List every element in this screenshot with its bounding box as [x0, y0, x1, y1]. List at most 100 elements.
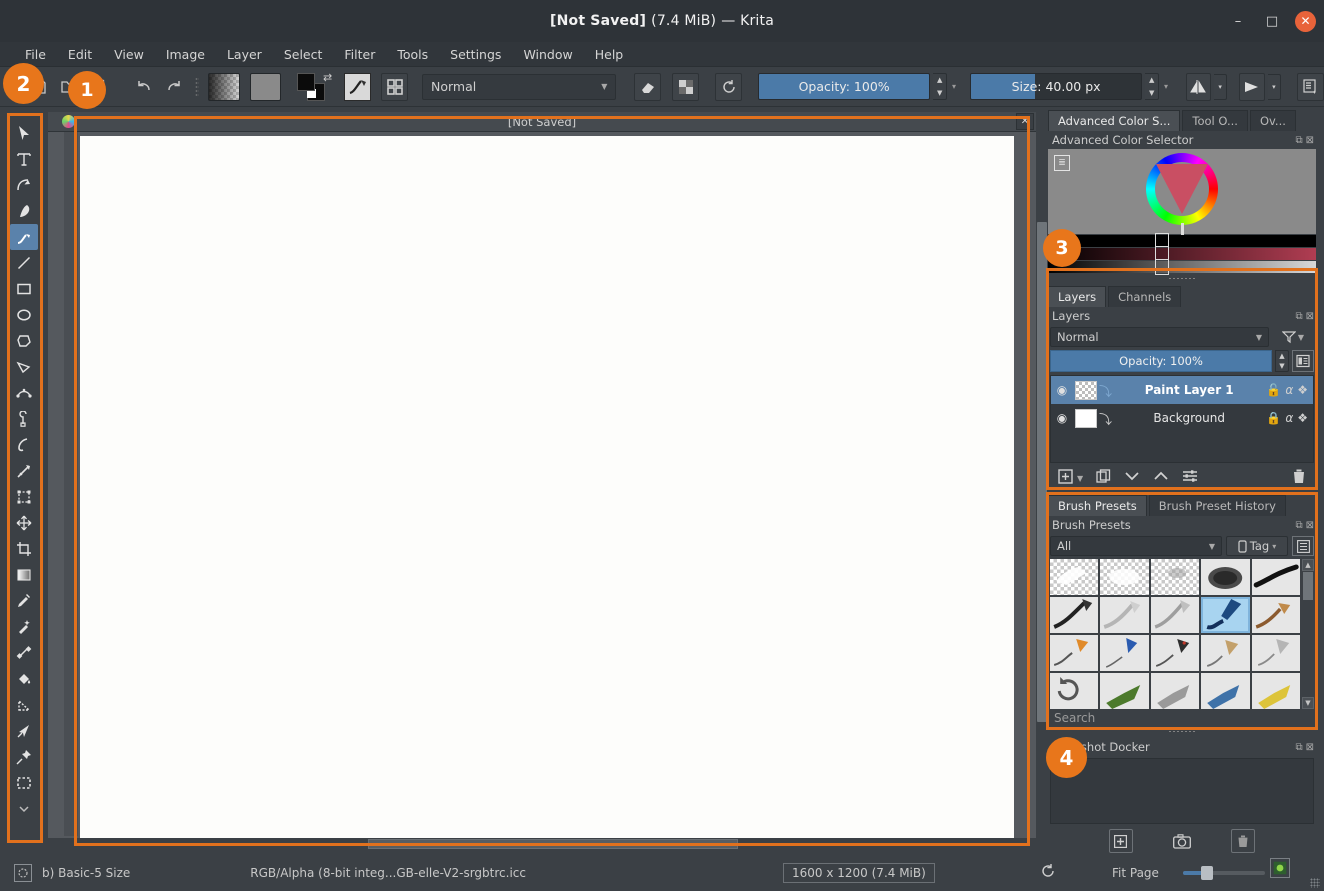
selection-mask-icon[interactable]: [14, 863, 32, 882]
menu-image[interactable]: Image: [155, 44, 216, 65]
opacity-slider[interactable]: Opacity: 100%: [757, 73, 931, 100]
edit-shapes-tool[interactable]: [10, 172, 38, 198]
snapshot-list[interactable]: [1050, 758, 1314, 824]
list-item[interactable]: [1050, 635, 1099, 671]
value-strip-2[interactable]: [1048, 259, 1316, 275]
menu-layer[interactable]: Layer: [216, 44, 273, 65]
tab-layers[interactable]: Layers: [1048, 286, 1107, 307]
assistant-pin-icon[interactable]: [10, 744, 38, 770]
rectangle-tool[interactable]: [10, 276, 38, 302]
layer-list[interactable]: ◉ ⤵ Paint Layer 1 🔓 α ❖ ◉ ⤵ Background 🔒…: [1050, 375, 1314, 463]
redo-icon[interactable]: [161, 74, 186, 100]
canvas-area[interactable]: [48, 132, 1048, 846]
swap-colors-icon[interactable]: ⇄: [323, 71, 332, 84]
tab-advanced-color-selector[interactable]: Advanced Color S...: [1048, 110, 1181, 131]
brush-scroll-thumb[interactable]: [1303, 572, 1313, 600]
canvas-paper[interactable]: [80, 136, 1014, 840]
layer-properties-button[interactable]: [1182, 469, 1198, 487]
duplicate-layer-button[interactable]: [1096, 468, 1111, 488]
canvas-tab-title[interactable]: [Not Saved]: [508, 115, 576, 129]
mirror-vertical-dropdown[interactable]: ▾: [1267, 73, 1282, 100]
brush-search-input[interactable]: Search: [1050, 709, 1314, 727]
saturation-strip[interactable]: [1048, 246, 1316, 262]
menu-select[interactable]: Select: [273, 44, 334, 65]
list-item[interactable]: [1050, 597, 1099, 633]
tab-brush-preset-history[interactable]: Brush Preset History: [1148, 495, 1286, 516]
mirror-vertical-icon[interactable]: [1239, 72, 1265, 101]
menu-window[interactable]: Window: [512, 44, 583, 65]
snapshot-camera-button[interactable]: [1170, 829, 1194, 853]
color-selector-settings-icon[interactable]: ≣: [1054, 155, 1070, 171]
list-item[interactable]: [1150, 559, 1200, 595]
workspace-chooser-icon[interactable]: [1296, 72, 1324, 101]
toolbox-overflow-icon[interactable]: [10, 796, 38, 822]
bezier-curve-tool[interactable]: [10, 380, 38, 406]
list-options-icon[interactable]: [1292, 536, 1314, 556]
brush-presets-scrollbar[interactable]: ▲ ▼: [1302, 559, 1314, 709]
color-wheel[interactable]: [1146, 153, 1218, 225]
status-zoom-label[interactable]: Fit Page: [1112, 866, 1159, 880]
menu-help[interactable]: Help: [584, 44, 635, 65]
list-item[interactable]: [1201, 635, 1250, 671]
calligraphy-tool[interactable]: [10, 198, 38, 224]
close-docker-icon[interactable]: ⊠: [1306, 520, 1314, 531]
multibrush-tool[interactable]: [10, 458, 38, 484]
rectangular-select-tool[interactable]: [10, 770, 38, 796]
list-item[interactable]: [1201, 673, 1250, 709]
layer-opacity-slider[interactable]: Opacity: 100%: [1050, 350, 1272, 372]
line-tool[interactable]: [10, 250, 38, 276]
layer-blend-mode-combo[interactable]: Normal ▼: [1050, 327, 1269, 347]
blending-mode-combo[interactable]: Normal ▼: [422, 73, 617, 100]
reload-preset-icon[interactable]: [714, 72, 743, 101]
horizontal-scroll-thumb[interactable]: [368, 839, 738, 849]
dynamic-brush-tool[interactable]: [10, 432, 38, 458]
list-item[interactable]: [1100, 597, 1149, 633]
list-item[interactable]: [1100, 673, 1149, 709]
color-docker-splitter[interactable]: [1048, 273, 1316, 284]
alpha-icon[interactable]: α: [1285, 383, 1293, 397]
float-docker-icon[interactable]: ⧉: [1295, 742, 1302, 753]
tab-brush-presets[interactable]: Brush Presets: [1048, 495, 1147, 516]
select-shapes-tool[interactable]: [10, 120, 38, 146]
close-icon[interactable]: ✕: [1295, 10, 1316, 32]
layer-style-icon[interactable]: ❖: [1297, 383, 1308, 397]
brush-editor-icon[interactable]: [381, 72, 409, 101]
list-item[interactable]: [1100, 559, 1149, 595]
layer-name[interactable]: Paint Layer 1: [1117, 383, 1261, 397]
text-tool[interactable]: [10, 146, 38, 172]
canvas-only-icon[interactable]: [1270, 858, 1290, 878]
delete-layer-button[interactable]: [1292, 469, 1306, 488]
layer-style-icon[interactable]: ❖: [1297, 411, 1308, 425]
foreground-background-colors[interactable]: ⇄: [297, 71, 332, 101]
tag-button[interactable]: Tag ▾: [1226, 536, 1288, 556]
table-row[interactable]: ◉ ⤵ Background 🔒 α ❖: [1051, 404, 1313, 432]
list-item[interactable]: [1050, 673, 1099, 709]
float-docker-icon[interactable]: ⧉: [1295, 135, 1302, 146]
mirror-horizontal-icon[interactable]: [1185, 72, 1211, 101]
layer-name[interactable]: Background: [1117, 411, 1261, 425]
list-item[interactable]: [1100, 635, 1149, 671]
pattern-swatch[interactable]: [250, 72, 282, 101]
float-docker-icon[interactable]: ⧉: [1295, 311, 1302, 322]
move-layer-up-button[interactable]: [1153, 470, 1169, 486]
list-item[interactable]: [1251, 673, 1300, 709]
resize-grip[interactable]: [1310, 878, 1320, 888]
add-layer-dropdown[interactable]: ▼: [1077, 474, 1083, 483]
colorize-mask-tool[interactable]: [10, 614, 38, 640]
layer-properties-icon[interactable]: [1292, 350, 1314, 372]
zoom-slider[interactable]: [1183, 866, 1265, 880]
eraser-icon[interactable]: [634, 72, 662, 101]
polyline-tool[interactable]: [10, 354, 38, 380]
enclose-fill-tool[interactable]: [10, 692, 38, 718]
crop-tool[interactable]: [10, 536, 38, 562]
close-docker-icon[interactable]: ⊠: [1306, 135, 1314, 146]
snapshot-delete-button[interactable]: [1231, 829, 1256, 853]
list-item[interactable]: [1150, 597, 1200, 633]
freehand-path-tool[interactable]: [10, 406, 38, 432]
minimize-icon[interactable]: –: [1227, 10, 1249, 32]
color-wheel-area[interactable]: ≣: [1048, 149, 1316, 235]
maximize-icon[interactable]: □: [1261, 10, 1283, 32]
transform-tool[interactable]: [10, 484, 38, 510]
tab-tool-options[interactable]: Tool O...: [1182, 110, 1248, 131]
preserve-alpha-icon[interactable]: [672, 72, 700, 101]
